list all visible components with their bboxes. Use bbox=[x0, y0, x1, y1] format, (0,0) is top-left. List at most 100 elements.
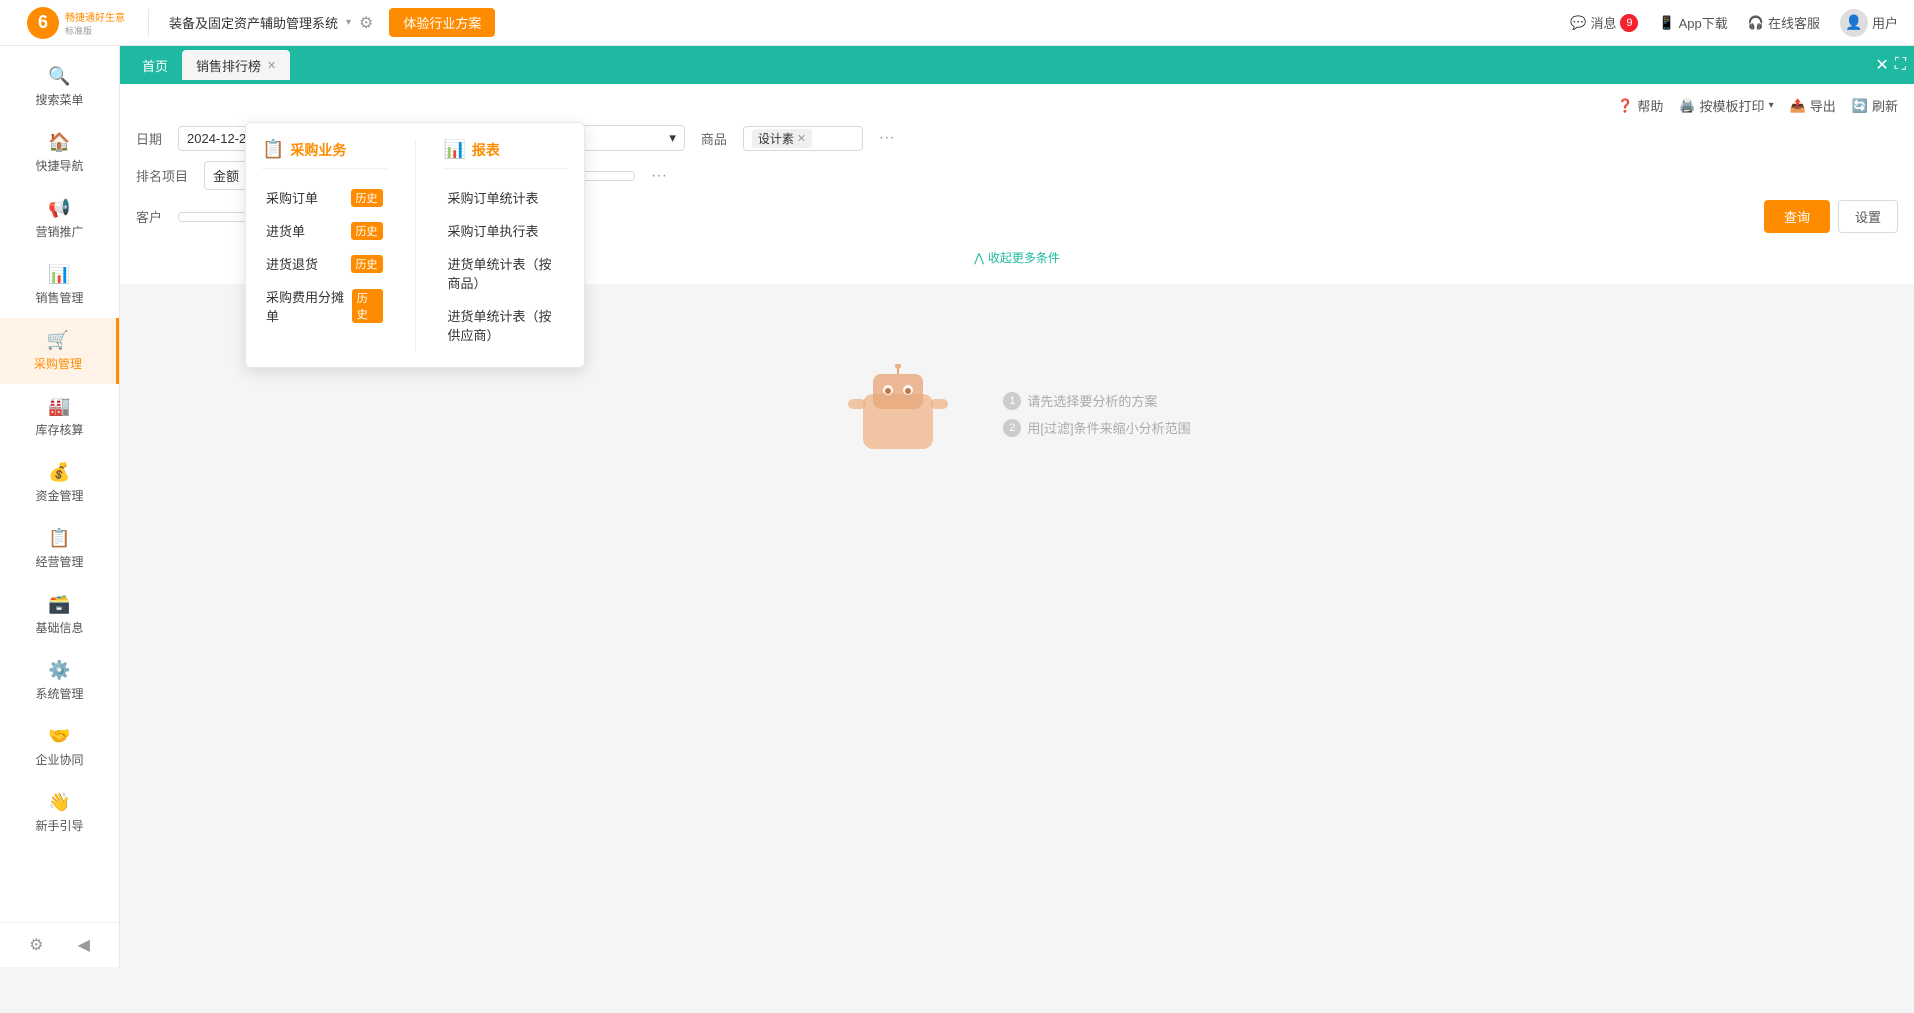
avatar: 👤 bbox=[1840, 9, 1868, 37]
tab-close-window-btn[interactable]: ✕ bbox=[1875, 55, 1888, 75]
sidebar-item-purchase[interactable]: 🛒 采购管理 bbox=[0, 318, 119, 384]
menu-item-order-exec[interactable]: 采购订单执行表 bbox=[444, 214, 569, 247]
tabbar-right: ✕ ⛶ bbox=[1875, 55, 1906, 75]
menu-item-order-stats[interactable]: 采购订单统计表 bbox=[444, 181, 569, 214]
sidebar-item-label: 资金管理 bbox=[35, 487, 83, 504]
gear-icon[interactable]: ⚙ bbox=[359, 13, 373, 33]
goods-input[interactable]: 设计素 ✕ bbox=[743, 126, 863, 151]
step-2-num: 2 bbox=[1003, 419, 1021, 437]
settings-btn[interactable]: 设置 bbox=[1838, 200, 1898, 233]
sidebar-item-label: 企业协同 bbox=[35, 751, 83, 768]
logo-edition: 标准版 bbox=[65, 24, 125, 37]
sidebar-item-marketing[interactable]: 📢 营销推广 bbox=[0, 186, 119, 252]
sidebar-item-quick-nav[interactable]: 🏠 快捷导航 bbox=[0, 120, 119, 186]
print-dropdown-icon[interactable]: ▾ bbox=[1769, 100, 1774, 111]
tab-home[interactable]: 首页 bbox=[128, 50, 182, 80]
sidebar-item-label: 营销推广 bbox=[35, 223, 83, 240]
menu-item-inbound-stats-product[interactable]: 进货单统计表（按商品） bbox=[444, 247, 569, 299]
empty-steps: 1 请先选择要分析的方案 2 用[过滤]条件来缩小分析范围 bbox=[1003, 391, 1190, 437]
menu-item-purchase-order[interactable]: 采购订单 历史 bbox=[262, 181, 387, 214]
sidebar-item-operations[interactable]: 📋 经营管理 bbox=[0, 516, 119, 582]
sidebar-item-basic-info[interactable]: 🗃️ 基础信息 bbox=[0, 582, 119, 648]
sidebar-item-label: 搜索菜单 bbox=[35, 91, 83, 108]
tabbar: 首页 销售排行榜 ✕ ✕ ⛶ bbox=[120, 46, 1914, 84]
menu-item-expense[interactable]: 采购费用分摊单 历史 bbox=[262, 280, 387, 332]
step-1-num: 1 bbox=[1003, 392, 1021, 410]
tab-close-icon[interactable]: ✕ bbox=[267, 59, 276, 72]
sidebar-item-label: 库存核算 bbox=[35, 421, 83, 438]
print-icon: 🖨️ bbox=[1679, 98, 1695, 114]
export-icon: 📤 bbox=[1790, 98, 1806, 114]
export-btn[interactable]: 📤 导出 bbox=[1790, 96, 1836, 115]
sidebar-item-system[interactable]: ⚙️ 系统管理 bbox=[0, 648, 119, 714]
refresh-icon: 🔄 bbox=[1852, 98, 1868, 114]
sidebar-item-enterprise[interactable]: 🤝 企业协同 bbox=[0, 714, 119, 780]
sidebar-item-finance[interactable]: 💰 资金管理 bbox=[0, 450, 119, 516]
salesperson-more-btn[interactable]: ··· bbox=[651, 167, 667, 185]
handshake-icon: 🤝 bbox=[48, 726, 70, 747]
menu-item-return-label: 进货退货 bbox=[266, 254, 318, 273]
guide-icon: 👋 bbox=[48, 792, 70, 813]
menu-col-purchase-business: 📋 采购业务 采购订单 历史 进货单 历史 进货退货 bbox=[262, 139, 387, 351]
sidebar-item-label: 新手引导 bbox=[35, 817, 83, 834]
menu-item-order-stats-label: 采购订单统计表 bbox=[448, 188, 539, 207]
refresh-label: 刷新 bbox=[1872, 96, 1898, 115]
messages-btn[interactable]: 💬 消息 9 bbox=[1570, 13, 1638, 32]
empty-step-1: 1 请先选择要分析的方案 bbox=[1003, 391, 1157, 410]
customer-label: 客户 bbox=[136, 207, 162, 226]
tab-expand-btn[interactable]: ⛶ bbox=[1895, 56, 1906, 74]
chart-icon: 📊 bbox=[48, 264, 70, 285]
sidebar-item-inventory[interactable]: 🏭 库存核算 bbox=[0, 384, 119, 450]
app-download-label: App下载 bbox=[1679, 13, 1728, 32]
online-service-btn[interactable]: 🎧 在线客服 bbox=[1748, 13, 1820, 32]
query-btn[interactable]: 查询 bbox=[1764, 200, 1830, 233]
sidebar-settings-icon[interactable]: ⚙ bbox=[29, 935, 43, 955]
help-btn[interactable]: ❓ 帮助 bbox=[1617, 96, 1663, 115]
goods-more-btn[interactable]: ··· bbox=[879, 129, 895, 147]
print-btn[interactable]: 🖨️ 按模板打印 ▾ bbox=[1679, 96, 1773, 115]
collapse-label: 收起更多条件 bbox=[988, 249, 1060, 266]
menu-item-order-exec-label: 采购订单执行表 bbox=[448, 221, 539, 240]
sidebar-item-label: 系统管理 bbox=[35, 685, 83, 702]
database-icon: 🗃️ bbox=[48, 594, 70, 615]
menu-item-inbound-label: 进货单 bbox=[266, 221, 305, 240]
menu-item-inbound-stats-supplier[interactable]: 进货单统计表（按供应商） bbox=[444, 299, 569, 351]
search-icon: 🔍 bbox=[48, 66, 70, 87]
sidebar-collapse-icon[interactable]: ◀ bbox=[78, 935, 90, 955]
user-btn[interactable]: 👤 用户 bbox=[1840, 9, 1898, 37]
menu-item-return[interactable]: 进货退货 历史 bbox=[262, 247, 387, 280]
industry-btn[interactable]: 体验行业方案 bbox=[389, 8, 495, 37]
sidebar-item-search[interactable]: 🔍 搜索菜单 bbox=[0, 54, 119, 120]
rank-item-label: 排名项目 bbox=[136, 166, 188, 185]
sidebar-item-label: 销售管理 bbox=[35, 289, 83, 306]
sidebar-bottom: ⚙ ◀ bbox=[0, 922, 119, 967]
topbar: 6 畅捷通好生意 标准版 装备及固定资产辅助管理系统 ▾ ⚙ 体验行业方案 💬 … bbox=[0, 0, 1914, 46]
rank-item-value: 金额 bbox=[213, 166, 239, 185]
menu-divider bbox=[415, 139, 416, 351]
history-badge-1: 历史 bbox=[351, 222, 383, 240]
app-download-btn[interactable]: 📱 App下载 bbox=[1658, 13, 1727, 32]
report-col-icon: 📊 bbox=[444, 139, 466, 160]
clipboard-icon: 📋 bbox=[48, 528, 70, 549]
help-label: 帮助 bbox=[1637, 96, 1663, 115]
megaphone-icon: 📢 bbox=[48, 198, 70, 219]
sidebar-item-label: 快捷导航 bbox=[35, 157, 83, 174]
menu-item-purchase-order-label: 采购订单 bbox=[266, 188, 318, 207]
sidebar-item-newbie[interactable]: 👋 新手引导 bbox=[0, 780, 119, 846]
system-dropdown-icon[interactable]: ▾ bbox=[346, 17, 351, 28]
tab-sales-rank[interactable]: 销售排行榜 ✕ bbox=[182, 50, 290, 80]
logo-icon: 6 bbox=[27, 7, 59, 39]
main-area: 首页 销售排行榜 ✕ ✕ ⛶ ❓ 帮助 bbox=[120, 46, 1914, 967]
menu-item-inbound[interactable]: 进货单 历史 bbox=[262, 214, 387, 247]
cart-icon: 🛒 bbox=[47, 330, 69, 351]
goods-tag-close-icon[interactable]: ✕ bbox=[797, 132, 806, 145]
layout: 🔍 搜索菜单 🏠 快捷导航 📢 营销推广 📊 销售管理 🛒 采购管理 🏭 库存核… bbox=[0, 46, 1914, 967]
tab-home-label: 首页 bbox=[142, 56, 168, 75]
refresh-btn[interactable]: 🔄 刷新 bbox=[1852, 96, 1898, 115]
date-label: 日期 bbox=[136, 129, 162, 148]
sidebar-item-sales[interactable]: 📊 销售管理 bbox=[0, 252, 119, 318]
step-1-text: 请先选择要分析的方案 bbox=[1027, 391, 1157, 410]
system-icon: ⚙️ bbox=[48, 660, 70, 681]
phone-icon: 📱 bbox=[1658, 15, 1674, 31]
messages-badge: 9 bbox=[1620, 14, 1638, 32]
